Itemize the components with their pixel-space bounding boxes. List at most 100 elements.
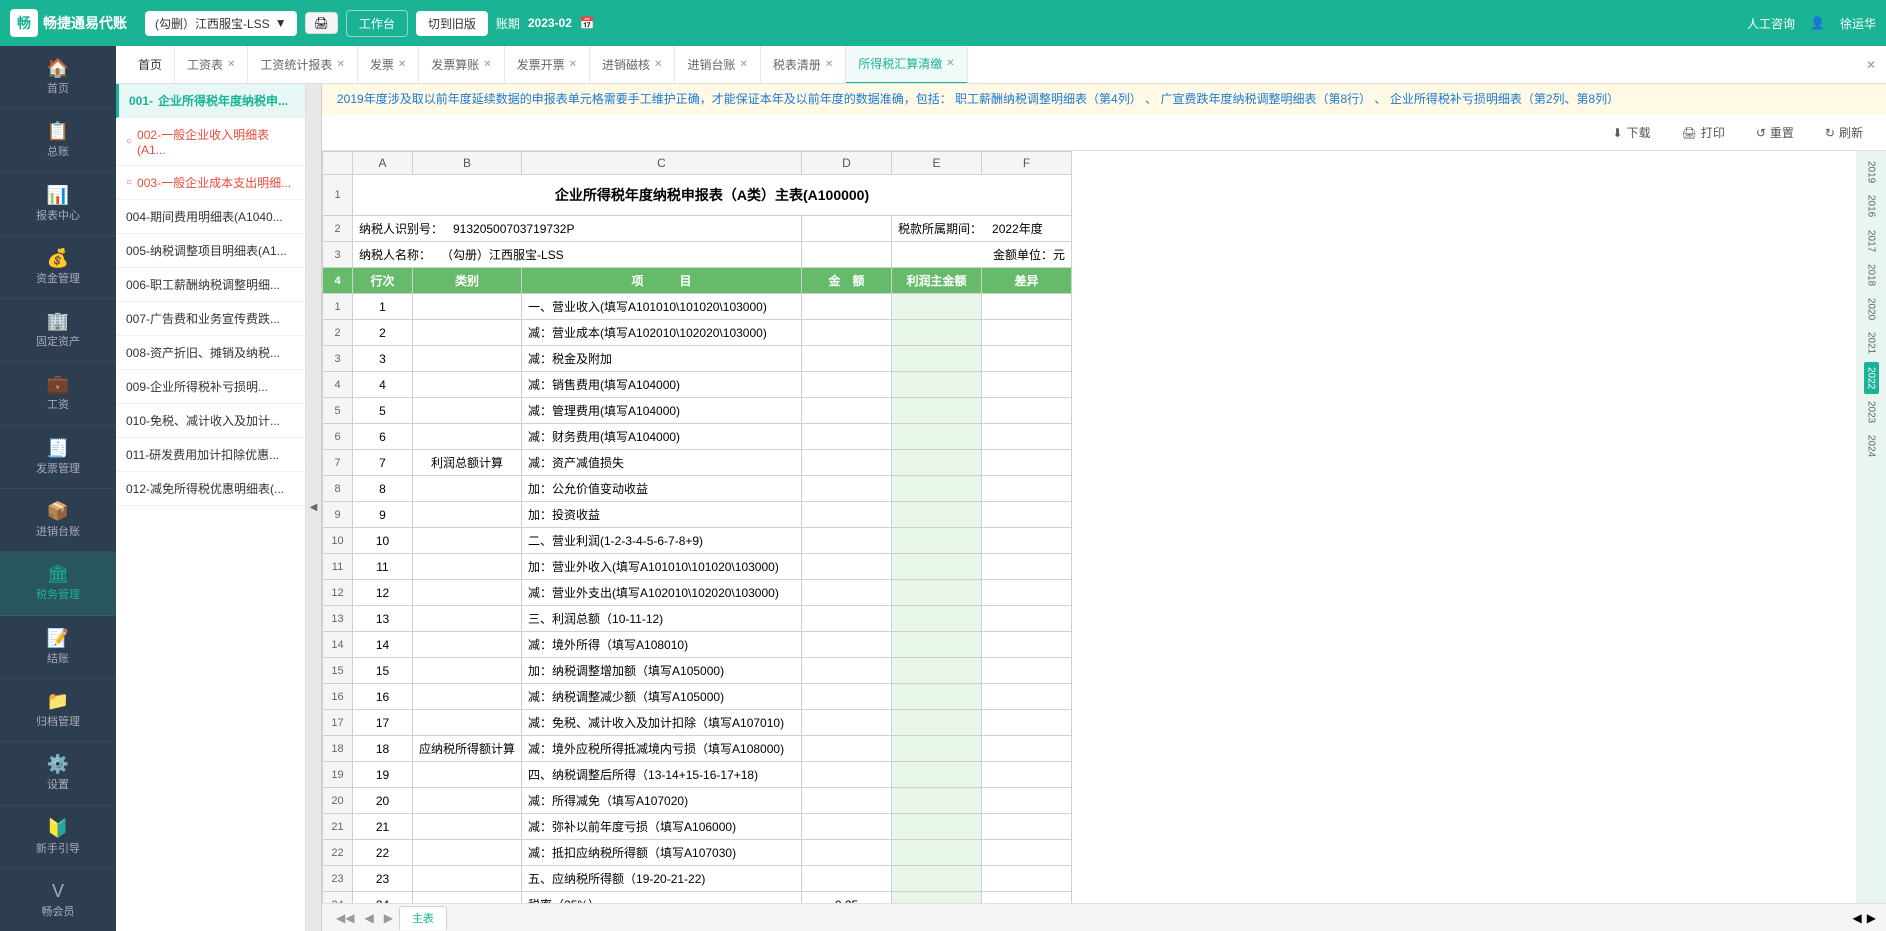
year-2016[interactable]: 2016 bbox=[1864, 190, 1879, 222]
user-service-btn[interactable]: 人工咨询 bbox=[1747, 15, 1795, 32]
row-amount[interactable] bbox=[802, 866, 892, 892]
download-btn[interactable]: ⬇ 下载 bbox=[1605, 121, 1659, 144]
row-profit[interactable] bbox=[892, 762, 982, 788]
tab-bar-close[interactable]: ✕ bbox=[1866, 58, 1886, 72]
tab-purchase-check[interactable]: 进销磁核 ✕ bbox=[590, 46, 675, 84]
row-item[interactable]: 减：境外所得（填写A108010) bbox=[522, 632, 802, 658]
tab-fapiao-calc[interactable]: 发票算账 ✕ bbox=[419, 46, 504, 84]
row-profit[interactable] bbox=[892, 528, 982, 554]
calendar-icon[interactable]: 📅 bbox=[580, 16, 595, 30]
row-amount[interactable] bbox=[802, 736, 892, 762]
row-diff[interactable] bbox=[982, 814, 1072, 840]
warning-link-1[interactable]: 职工薪酬纳税调整明细表（第4列） bbox=[955, 92, 1142, 106]
row-item[interactable]: 加：投资收益 bbox=[522, 502, 802, 528]
row-item[interactable]: 减：境外应税所得抵减境内亏损（填写A108000) bbox=[522, 736, 802, 762]
switch-version-btn[interactable]: 切到旧版 bbox=[416, 11, 488, 36]
row-profit[interactable] bbox=[892, 346, 982, 372]
row-diff[interactable] bbox=[982, 424, 1072, 450]
row-diff[interactable] bbox=[982, 788, 1072, 814]
row-diff[interactable] bbox=[982, 736, 1072, 762]
tab-purchase-ledger-close[interactable]: ✕ bbox=[739, 59, 747, 70]
row-amount[interactable] bbox=[802, 502, 892, 528]
row-item[interactable]: 四、纳税调整后所得（13-14+15-16-17+18) bbox=[522, 762, 802, 788]
row-diff[interactable] bbox=[982, 320, 1072, 346]
row-item[interactable]: 减：营业外支出(填写A102010\102020\103000) bbox=[522, 580, 802, 606]
row-amount[interactable] bbox=[802, 762, 892, 788]
tab-fapiao-open[interactable]: 发票开票 ✕ bbox=[505, 46, 590, 84]
row-amount[interactable] bbox=[802, 450, 892, 476]
tab-payroll-stats[interactable]: 工资统计报表 ✕ bbox=[248, 46, 357, 84]
row-amount[interactable] bbox=[802, 606, 892, 632]
sidebar-item-tax[interactable]: 🏛 税务管理 bbox=[0, 552, 116, 615]
row-diff[interactable] bbox=[982, 502, 1072, 528]
company-selector[interactable]: (勾删）江西服宝-LSS ▼ bbox=[145, 11, 297, 36]
row-item[interactable]: 减：免税、减计收入及加计扣除（填写A107010) bbox=[522, 710, 802, 736]
row-item[interactable]: 减：纳税调整减少额（填写A105000) bbox=[522, 684, 802, 710]
row-diff[interactable] bbox=[982, 866, 1072, 892]
form-list-item-006[interactable]: 006-职工薪酬纳税调整明细... bbox=[116, 268, 305, 302]
tab-purchase-check-close[interactable]: ✕ bbox=[654, 59, 662, 70]
row-item[interactable]: 加：纳税调整增加额（填写A105000) bbox=[522, 658, 802, 684]
warning-link-2[interactable]: 广宣费跌年度纳税调整明细表（第8行） bbox=[1160, 92, 1371, 106]
row-amount[interactable] bbox=[802, 788, 892, 814]
sidebar-item-settings[interactable]: ⚙️ 设置 bbox=[0, 742, 116, 805]
sheet-tab-main[interactable]: 主表 bbox=[399, 906, 447, 930]
spreadsheet-container[interactable]: A B C D E F bbox=[322, 151, 1856, 903]
form-list-item-002[interactable]: ○ 002-一般企业收入明细表(A1... bbox=[116, 118, 305, 166]
sidebar-item-close[interactable]: 📝 结账 bbox=[0, 616, 116, 679]
row-diff[interactable] bbox=[982, 606, 1072, 632]
refresh-btn[interactable]: ↻ 刷新 bbox=[1817, 121, 1871, 144]
row-diff[interactable] bbox=[982, 580, 1072, 606]
sidebar-item-payroll[interactable]: 💼 工资 bbox=[0, 362, 116, 425]
row-diff[interactable] bbox=[982, 762, 1072, 788]
row-amount[interactable] bbox=[802, 814, 892, 840]
row-amount[interactable] bbox=[802, 476, 892, 502]
row-amount[interactable] bbox=[802, 580, 892, 606]
row-profit[interactable] bbox=[892, 372, 982, 398]
sidebar-item-invoice[interactable]: 🧾 发票管理 bbox=[0, 426, 116, 489]
row-diff[interactable] bbox=[982, 398, 1072, 424]
row-profit[interactable] bbox=[892, 424, 982, 450]
tab-fapiao-close[interactable]: ✕ bbox=[398, 59, 406, 70]
sidebar-item-ledger[interactable]: 📋 总账 bbox=[0, 109, 116, 172]
sidebar-item-archive[interactable]: 📁 归档管理 bbox=[0, 679, 116, 742]
sidebar-item-funds[interactable]: 💰 资金管理 bbox=[0, 236, 116, 299]
row-item[interactable]: 税率（25%） bbox=[522, 892, 802, 904]
print-btn[interactable]: 🖨 打印 bbox=[1674, 121, 1733, 144]
year-2019[interactable]: 2019 bbox=[1864, 156, 1879, 188]
row-diff[interactable] bbox=[982, 476, 1072, 502]
tab-fapiao[interactable]: 发票 ✕ bbox=[358, 46, 419, 84]
tab-purchase-ledger[interactable]: 进销台账 ✕ bbox=[675, 46, 760, 84]
row-profit[interactable] bbox=[892, 554, 982, 580]
row-amount[interactable] bbox=[802, 554, 892, 580]
year-2023[interactable]: 2023 bbox=[1864, 396, 1879, 428]
tab-tax-clear[interactable]: 税表清册 ✕ bbox=[761, 46, 846, 84]
sidebar-item-purchase[interactable]: 📦 进销台账 bbox=[0, 489, 116, 552]
form-list-item-005[interactable]: 005-纳税调整项目明细表(A1... bbox=[116, 234, 305, 268]
form-list-item-007[interactable]: 007-广告费和业务宣传费跌... bbox=[116, 302, 305, 336]
row-amount[interactable] bbox=[802, 684, 892, 710]
reset-btn[interactable]: ↺ 重置 bbox=[1748, 121, 1802, 144]
row-item[interactable]: 减：所得减免（填写A107020) bbox=[522, 788, 802, 814]
row-amount[interactable] bbox=[802, 632, 892, 658]
collapse-panel-btn[interactable]: ◀ bbox=[306, 84, 322, 931]
sheet-nav-left[interactable]: ◀◀ bbox=[332, 911, 358, 925]
row-profit[interactable] bbox=[892, 736, 982, 762]
row-amount[interactable] bbox=[802, 528, 892, 554]
work-station-btn[interactable]: 工作台 bbox=[346, 10, 408, 37]
form-list-item-010[interactable]: 010-免税、减计收入及加计... bbox=[116, 404, 305, 438]
row-item[interactable]: 减：财务费用(填写A104000) bbox=[522, 424, 802, 450]
row-amount[interactable] bbox=[802, 398, 892, 424]
row-diff[interactable] bbox=[982, 658, 1072, 684]
row-amount[interactable]: 0.25 bbox=[802, 892, 892, 904]
row-diff[interactable] bbox=[982, 346, 1072, 372]
row-profit[interactable] bbox=[892, 840, 982, 866]
row-diff[interactable] bbox=[982, 450, 1072, 476]
row-profit[interactable] bbox=[892, 866, 982, 892]
row-profit[interactable] bbox=[892, 788, 982, 814]
form-list-item-003[interactable]: ○ 003-一般企业成本支出明细... bbox=[116, 166, 305, 200]
row-item[interactable]: 加：公允价值变动收益 bbox=[522, 476, 802, 502]
row-diff[interactable] bbox=[982, 372, 1072, 398]
row-profit[interactable] bbox=[892, 606, 982, 632]
year-2018[interactable]: 2018 bbox=[1864, 259, 1879, 291]
